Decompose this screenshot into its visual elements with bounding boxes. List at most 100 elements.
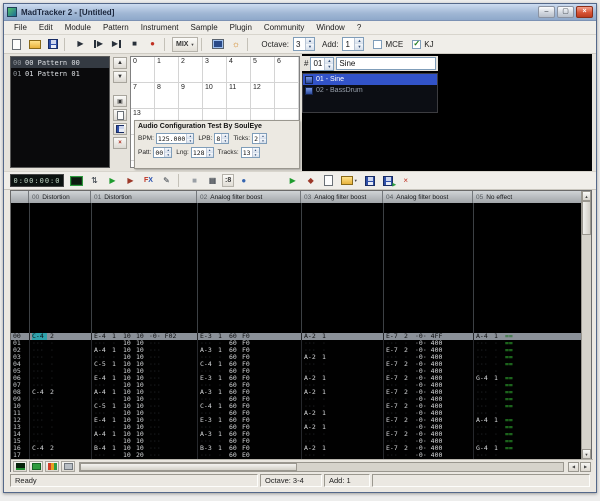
pattern-row[interactable]: 16C-42B-411010···B-3160F0A-21E-72·0· 400… xyxy=(11,445,583,452)
spin-down-icon[interactable]: ▼ xyxy=(325,64,333,70)
pattern-cell[interactable]: ···· xyxy=(301,347,383,354)
pattern-row[interactable]: 03········1010·······60F0A-21·····0· 400… xyxy=(11,354,583,361)
checkbox-box[interactable] xyxy=(373,40,382,49)
instrument-item[interactable]: 01 - Sine xyxy=(303,74,437,85)
pattern-cell[interactable]: E-411010·0· F02 xyxy=(91,333,197,340)
pattern-cell[interactable]: ···· xyxy=(29,375,91,382)
lpb-spinner[interactable]: 8▲▼ xyxy=(214,133,229,144)
pattern-grid-cell-0[interactable]: 0 xyxy=(131,57,155,83)
checkbox-box[interactable]: ✓ xyxy=(412,40,421,49)
order-up-button[interactable]: ▲ xyxy=(113,57,127,69)
menu-item-help[interactable]: ? xyxy=(351,23,367,32)
pattern-cell[interactable]: C-42 xyxy=(29,333,91,340)
pattern-cell[interactable]: A-21 xyxy=(301,333,383,340)
pattern-cell[interactable]: ···· xyxy=(473,368,583,375)
pattern-grid-cell-6[interactable]: 6 xyxy=(275,57,299,83)
pattern-cell[interactable]: E-3160F0 xyxy=(197,375,301,382)
pattern-cell[interactable]: C-511010··· xyxy=(91,403,197,410)
pattern-cell[interactable]: A-3160F0 xyxy=(197,431,301,438)
pattern-grid-cell-1[interactable]: 1 xyxy=(155,57,179,83)
pattern-grid-cell-8[interactable]: 8 xyxy=(155,83,179,109)
pattern-row[interactable]: 10····C-511010···C-4160F0····E-72·0· 400… xyxy=(11,403,583,410)
pattern-cell[interactable]: ····1010··· xyxy=(91,340,197,347)
spin-down-icon[interactable]: ▼ xyxy=(222,139,228,144)
pattern-cell[interactable]: E-3160F0 xyxy=(197,417,301,424)
pattern-editor[interactable]: 00C-42E-411010·0· F02E-3160F0A-21E-72·0·… xyxy=(11,333,583,459)
mce-checkbox[interactable]: MCE xyxy=(373,40,403,49)
pattern-cell[interactable]: A-21 xyxy=(301,375,383,382)
pattern-cell[interactable]: ····1010··· xyxy=(91,368,197,375)
vscroll-thumb[interactable] xyxy=(582,201,591,235)
pattern-row[interactable]: 08C-42A-411010···A-3160F0A-21E-72·0· 400… xyxy=(11,389,583,396)
pattern-cell[interactable]: E-72·0· 400 xyxy=(383,361,473,368)
pattern-cell[interactable]: ···· xyxy=(29,403,91,410)
track-header-04[interactable]: 04Analog filter boost xyxy=(383,191,473,203)
bpm-spinner[interactable]: 125.000▲▼ xyxy=(156,133,194,144)
instrument-name-input[interactable]: Sine xyxy=(336,57,436,70)
close-button[interactable]: × xyxy=(576,6,593,18)
scroll-right-button[interactable]: ▶ xyxy=(580,462,591,472)
pattern-cell[interactable]: A-21 xyxy=(301,424,383,431)
octave-spinner[interactable]: 3▲▼ xyxy=(293,37,315,51)
pattern-cell[interactable]: ····1010··· xyxy=(91,438,197,445)
spin-down-icon[interactable]: ▼ xyxy=(187,139,193,144)
hscroll-thumb[interactable] xyxy=(80,463,297,471)
pattern-cell[interactable]: A-41== xyxy=(473,333,583,340)
pattern-cell[interactable]: C-4160F0 xyxy=(197,403,301,410)
pattern-cell[interactable]: E-72·0· 400 xyxy=(383,417,473,424)
pattern-hscrollbar[interactable] xyxy=(79,462,564,472)
instrument-item[interactable]: 02 - BassDrum xyxy=(303,85,437,96)
pattern-cell[interactable]: ·····0· 400 xyxy=(383,410,473,417)
save-pattern-button[interactable] xyxy=(113,123,127,135)
pattern-cell[interactable]: ····== xyxy=(473,424,583,431)
order-list-item[interactable]: 0000 Pattern 00 xyxy=(11,57,109,68)
menu-item-module[interactable]: Module xyxy=(59,23,97,32)
new-instrument-button[interactable] xyxy=(320,173,337,189)
pattern-cell[interactable]: ···· xyxy=(29,424,91,431)
pattern-row[interactable]: 01········1010·······60F0·········0· 400… xyxy=(11,340,583,347)
pattern-cell[interactable]: ····60F0 xyxy=(197,410,301,417)
pattern-grid-cell-3[interactable]: 3 xyxy=(203,57,227,83)
pattern-cell[interactable]: ····== xyxy=(473,438,583,445)
pattern-cell[interactable]: ···· xyxy=(29,417,91,424)
pattern-row[interactable]: 12····E-411010···E-3160F0····E-72·0· 400… xyxy=(11,417,583,424)
pattern-cell[interactable]: A-21 xyxy=(301,410,383,417)
pattern-cell[interactable]: ····== xyxy=(473,431,583,438)
record-button[interactable]: ● xyxy=(144,36,161,52)
scroll-left-button[interactable]: ◀ xyxy=(568,462,579,472)
stop-playback-button[interactable]: ■ xyxy=(186,173,203,189)
pattern-cell[interactable]: ·····0· 400 xyxy=(383,438,473,445)
pattern-cell[interactable]: ···· xyxy=(301,452,383,459)
pattern-cell[interactable]: A-3160F0 xyxy=(197,347,301,354)
pattern-cell[interactable]: ···· xyxy=(29,361,91,368)
track-header-00[interactable]: 00Distortion xyxy=(29,191,91,203)
order-list-item[interactable]: 0101 Pattern 01 xyxy=(11,68,109,79)
pattern-cell[interactable]: ···· xyxy=(301,396,383,403)
menu-item-file[interactable]: File xyxy=(8,23,33,32)
spin-down-icon[interactable]: ▼ xyxy=(306,44,314,50)
scroll-down-button[interactable]: ▼ xyxy=(582,449,591,459)
pattern-order-list[interactable]: 0000 Pattern 000101 Pattern 01 xyxy=(10,56,110,168)
pattern-row[interactable]: 05········1010·······60F0·········0· 400… xyxy=(11,368,583,375)
new-module-button[interactable] xyxy=(8,36,25,52)
edit-mode-button[interactable]: ✎ xyxy=(158,173,175,189)
menu-item-instrument[interactable]: Instrument xyxy=(135,23,185,32)
pattern-cell[interactable]: ····== xyxy=(473,361,583,368)
pattern-cell[interactable]: A-41== xyxy=(473,417,583,424)
menu-item-community[interactable]: Community xyxy=(258,23,310,32)
track-header-02[interactable]: 02Analog filter boost xyxy=(197,191,301,203)
menu-item-window[interactable]: Window xyxy=(310,23,350,32)
pattern-cell[interactable]: ····1010··· xyxy=(91,410,197,417)
pattern-cell[interactable]: E-72·0· 400 xyxy=(383,375,473,382)
record-sample-button[interactable]: ◆ xyxy=(302,173,319,189)
pattern-cell[interactable]: ···· xyxy=(29,396,91,403)
pattern-cell[interactable]: ·····0· 400 xyxy=(383,382,473,389)
pattern-cell[interactable]: ·····0· 400 xyxy=(383,368,473,375)
preferences-button[interactable]: ☼ xyxy=(227,36,244,52)
add-spinner[interactable]: 1▲▼ xyxy=(342,37,364,51)
pattern-cell[interactable]: G-41== xyxy=(473,375,583,382)
tracks-spinner[interactable]: 13▲▼ xyxy=(241,147,260,158)
delete-pattern-button[interactable]: × xyxy=(113,137,127,149)
spin-down-icon[interactable]: ▼ xyxy=(165,153,171,158)
pattern-cell[interactable]: ···· xyxy=(29,354,91,361)
